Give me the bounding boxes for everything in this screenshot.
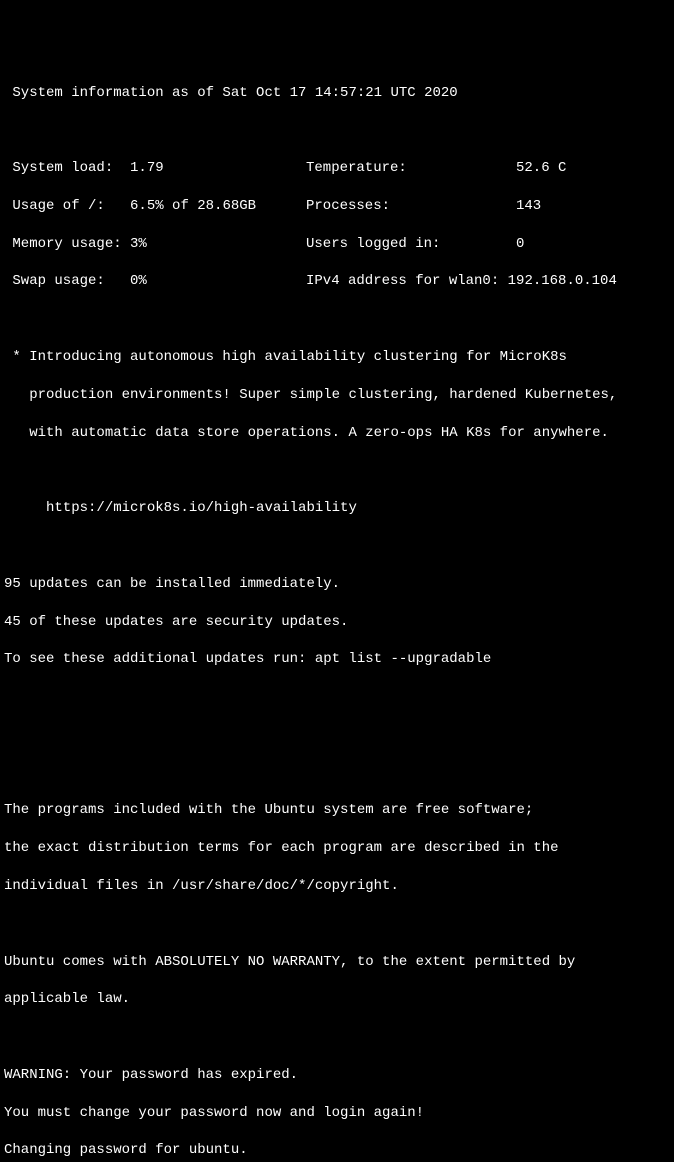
- swap-value: 0%: [130, 273, 147, 289]
- swap-label: Swap usage:: [4, 273, 130, 289]
- blank-line: [4, 688, 670, 707]
- updates-line-3: To see these additional updates run: apt…: [4, 650, 670, 669]
- proc-value: 143: [516, 197, 541, 216]
- announce-line-3: with automatic data store operations. A …: [4, 424, 670, 443]
- password-must-change: You must change your password now and lo…: [4, 1104, 670, 1123]
- users-label: Users logged in:: [306, 235, 516, 254]
- mem-value: 3%: [130, 236, 147, 252]
- legal-line-3: individual files in /usr/share/doc/*/cop…: [4, 877, 670, 896]
- announce-line-2: production environments! Super simple cl…: [4, 386, 670, 405]
- usage-value: 6.5% of 28.68GB: [130, 198, 256, 214]
- password-warning: WARNING: Your password has expired.: [4, 1066, 670, 1085]
- legal-line-1: The programs included with the Ubuntu sy…: [4, 801, 670, 820]
- updates-line-2: 45 of these updates are security updates…: [4, 613, 670, 632]
- ip-value: 192.168.0.104: [508, 272, 617, 291]
- ip-label: IPv4 address for wlan0:: [306, 272, 508, 291]
- blank-line: [4, 537, 670, 556]
- updates-line-1: 95 updates can be installed immediately.: [4, 575, 670, 594]
- users-value: 0: [516, 235, 524, 254]
- mem-label: Memory usage:: [4, 236, 130, 252]
- password-changing: Changing password for ubuntu.: [4, 1141, 670, 1160]
- system-info-header: System information as of Sat Oct 17 14:5…: [4, 84, 670, 103]
- stat-memory: Memory usage: 3% Users logged in:0: [4, 235, 670, 254]
- legal-line-5: applicable law.: [4, 990, 670, 1009]
- announce-line-1: * Introducing autonomous high availabili…: [4, 348, 670, 367]
- stat-swap: Swap usage: 0% IPv4 address for wlan0: 19…: [4, 272, 670, 291]
- blank-line: [4, 461, 670, 480]
- load-label: System load:: [4, 160, 130, 176]
- temp-label: Temperature:: [306, 159, 516, 178]
- temp-value: 52.6 C: [516, 159, 566, 178]
- blank-line: [4, 764, 670, 783]
- blank-line: [4, 310, 670, 329]
- load-value: 1.79: [130, 160, 164, 176]
- blank-line: [4, 121, 670, 140]
- legal-line-2: the exact distribution terms for each pr…: [4, 839, 670, 858]
- announce-url: https://microk8s.io/high-availability: [4, 499, 670, 518]
- stat-usage: Usage of /: 6.5% of 28.68GB Processes:143: [4, 197, 670, 216]
- blank-line: [4, 915, 670, 934]
- legal-line-4: Ubuntu comes with ABSOLUTELY NO WARRANTY…: [4, 953, 670, 972]
- proc-label: Processes:: [306, 197, 516, 216]
- blank-line: [4, 1028, 670, 1047]
- blank-line: [4, 726, 670, 745]
- usage-label: Usage of /:: [4, 198, 130, 214]
- stat-load: System load: 1.79 Temperature:52.6 C: [4, 159, 670, 178]
